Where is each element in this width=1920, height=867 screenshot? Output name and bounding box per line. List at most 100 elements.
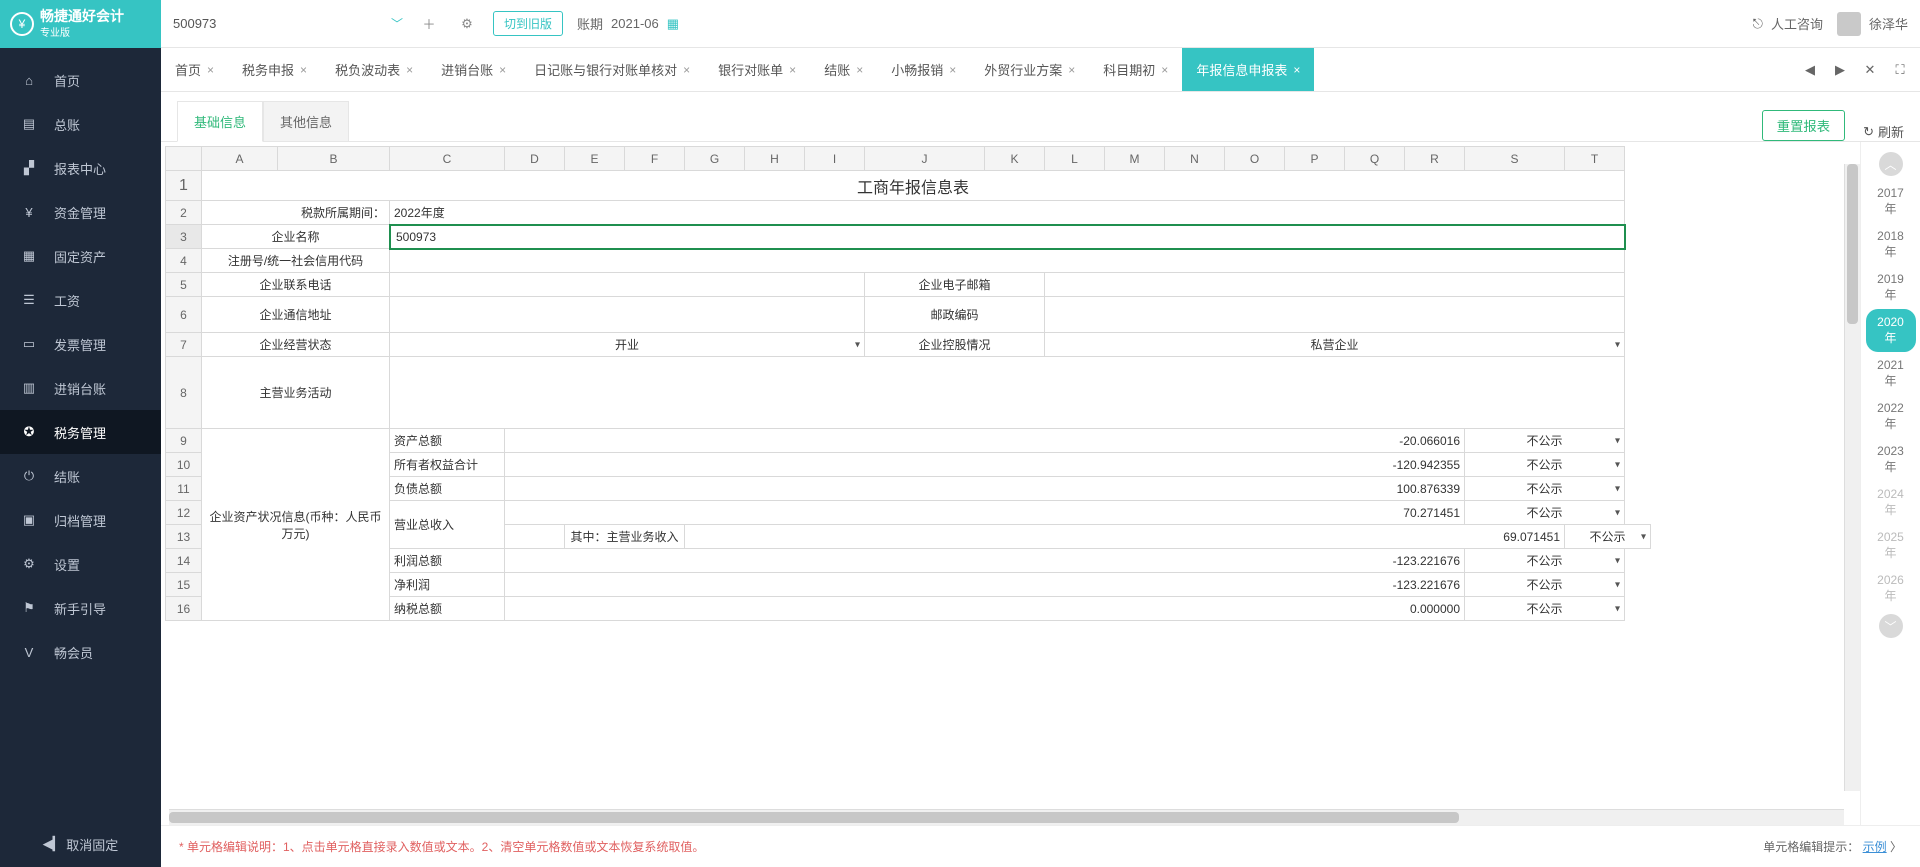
tab-9[interactable]: 科目期初×: [1089, 48, 1182, 91]
settings-icon[interactable]: ⚙: [455, 12, 479, 36]
row-header-15[interactable]: 15: [166, 573, 202, 597]
col-C[interactable]: C: [390, 147, 505, 171]
tab-4[interactable]: 日记账与银行对账单核对×: [520, 48, 704, 91]
tab-5[interactable]: 银行对账单×: [704, 48, 810, 91]
row-header-3[interactable]: 3: [166, 225, 202, 249]
row-header-1[interactable]: 1: [166, 171, 202, 201]
tab-10[interactable]: 年报信息申报表×: [1182, 48, 1314, 91]
holding-select[interactable]: 私营企业: [1045, 333, 1625, 357]
nav-salary[interactable]: ☰工资: [0, 278, 161, 322]
year-down[interactable]: ﹀: [1879, 614, 1903, 638]
cell-value[interactable]: 100.876339: [505, 477, 1465, 501]
col-G[interactable]: G: [685, 147, 745, 171]
tab-close-icon[interactable]: ×: [856, 63, 863, 77]
year-up[interactable]: ︿: [1879, 152, 1903, 176]
col-B[interactable]: B: [278, 147, 390, 171]
year-2019年[interactable]: 2019年: [1866, 266, 1916, 309]
tab-6[interactable]: 结账×: [810, 48, 877, 91]
year-2017年[interactable]: 2017年: [1866, 180, 1916, 223]
row-header-13[interactable]: 13: [166, 525, 202, 549]
reset-report-button[interactable]: 重置报表: [1762, 110, 1845, 141]
col-F[interactable]: F: [625, 147, 685, 171]
row-header-9[interactable]: 9: [166, 429, 202, 453]
nav-assets[interactable]: ▦固定资产: [0, 234, 161, 278]
horizontal-scrollbar[interactable]: [169, 809, 1844, 825]
nav-guide[interactable]: ⚑新手引导: [0, 586, 161, 630]
tab-close-icon[interactable]: ×: [406, 63, 413, 77]
year-2025年[interactable]: 2025年: [1866, 524, 1916, 567]
col-S[interactable]: S: [1465, 147, 1565, 171]
cell-value[interactable]: 69.071451: [685, 525, 1565, 549]
tab-8[interactable]: 外贸行业方案×: [970, 48, 1089, 91]
row-header-4[interactable]: 4: [166, 249, 202, 273]
user-menu[interactable]: 徐泽华: [1837, 12, 1908, 36]
publish-select[interactable]: 不公示: [1465, 501, 1625, 525]
col-E[interactable]: E: [565, 147, 625, 171]
vertical-scrollbar[interactable]: [1844, 164, 1860, 791]
nav-reports[interactable]: ▞报表中心: [0, 146, 161, 190]
tab-2[interactable]: 税负波动表×: [321, 48, 427, 91]
tab-7[interactable]: 小畅报销×: [877, 48, 970, 91]
row-header-11[interactable]: 11: [166, 477, 202, 501]
row-header-14[interactable]: 14: [166, 549, 202, 573]
switch-old-button[interactable]: 切到旧版: [493, 11, 563, 36]
tabs-next[interactable]: ▶: [1828, 58, 1852, 82]
fullscreen-icon[interactable]: ⛶: [1888, 58, 1912, 82]
cell-value[interactable]: -123.221676: [505, 549, 1465, 573]
row-header-16[interactable]: 16: [166, 597, 202, 621]
nav-invoice[interactable]: ▭发票管理: [0, 322, 161, 366]
consult-button[interactable]: ⎋ 人工咨询: [1753, 14, 1823, 33]
publish-select[interactable]: 不公示: [1465, 453, 1625, 477]
publish-select[interactable]: 不公示: [1465, 429, 1625, 453]
cell-value[interactable]: -123.221676: [505, 573, 1465, 597]
row-header-10[interactable]: 10: [166, 453, 202, 477]
col-A[interactable]: A: [202, 147, 278, 171]
nav-archive[interactable]: ▣归档管理: [0, 498, 161, 542]
tab-1[interactable]: 税务申报×: [228, 48, 321, 91]
year-2023年[interactable]: 2023年: [1866, 438, 1916, 481]
col-Q[interactable]: Q: [1345, 147, 1405, 171]
col-N[interactable]: N: [1165, 147, 1225, 171]
tab-0[interactable]: 首页×: [161, 48, 228, 91]
status-select[interactable]: 开业: [390, 333, 865, 357]
ent-name-cell[interactable]: 500973: [390, 225, 1625, 249]
tab-close-icon[interactable]: ×: [1293, 63, 1300, 77]
col-L[interactable]: L: [1045, 147, 1105, 171]
year-2018年[interactable]: 2018年: [1866, 223, 1916, 266]
tab-close-icon[interactable]: ×: [949, 63, 956, 77]
subtab-other[interactable]: 其他信息: [263, 101, 349, 141]
corner-cell[interactable]: [166, 147, 202, 171]
publish-select[interactable]: 不公示: [1465, 549, 1625, 573]
col-I[interactable]: I: [805, 147, 865, 171]
accounting-period[interactable]: 账期 2021-06 ▦: [577, 14, 679, 33]
col-K[interactable]: K: [985, 147, 1045, 171]
col-R[interactable]: R: [1405, 147, 1465, 171]
cell-value[interactable]: 70.271451: [505, 501, 1465, 525]
tabs-close-all[interactable]: ✕: [1858, 58, 1882, 82]
tab-close-icon[interactable]: ×: [1161, 63, 1168, 77]
nav-ledger[interactable]: ▤总账: [0, 102, 161, 146]
tab-close-icon[interactable]: ×: [1068, 63, 1075, 77]
row-header-2[interactable]: 2: [166, 201, 202, 225]
year-2022年[interactable]: 2022年: [1866, 395, 1916, 438]
nav-purchase-sales[interactable]: ▥进销台账: [0, 366, 161, 410]
cell-value[interactable]: 0.000000: [505, 597, 1465, 621]
refresh-button[interactable]: ↻ 刷新: [1863, 122, 1904, 141]
col-J[interactable]: J: [865, 147, 985, 171]
col-O[interactable]: O: [1225, 147, 1285, 171]
row-header-12[interactable]: 12: [166, 501, 202, 525]
nav-funds[interactable]: ¥资金管理: [0, 190, 161, 234]
publish-select[interactable]: 不公示: [1565, 525, 1651, 549]
cell-value[interactable]: -120.942355: [505, 453, 1465, 477]
tab-close-icon[interactable]: ×: [683, 63, 690, 77]
publish-select[interactable]: 不公示: [1465, 597, 1625, 621]
add-button[interactable]: ＋: [417, 12, 441, 36]
tab-close-icon[interactable]: ×: [300, 63, 307, 77]
tabs-prev[interactable]: ◀: [1798, 58, 1822, 82]
publish-select[interactable]: 不公示: [1465, 573, 1625, 597]
row-header-5[interactable]: 5: [166, 273, 202, 297]
col-D[interactable]: D: [505, 147, 565, 171]
year-2026年[interactable]: 2026年: [1866, 567, 1916, 610]
cell-value[interactable]: -20.066016: [505, 429, 1465, 453]
unpin-button[interactable]: ◀▎ 取消固定: [0, 821, 161, 867]
